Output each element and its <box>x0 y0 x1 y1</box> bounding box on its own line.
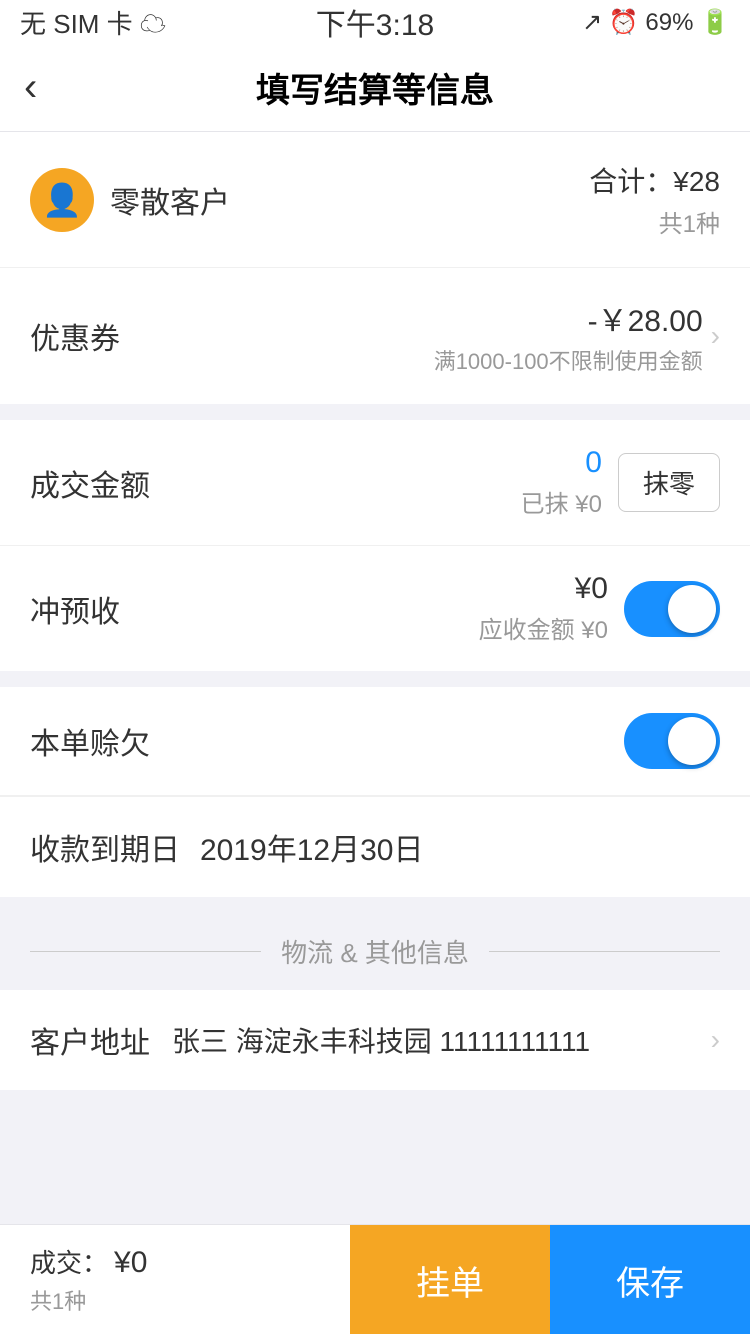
prepayment-label: 冲预收 <box>30 587 150 631</box>
nav-bar: ‹ 填写结算等信息 <box>0 44 750 132</box>
back-button[interactable]: ‹ <box>24 65 37 110</box>
due-date-value: 2019年12月30日 <box>200 825 423 869</box>
address-value: 张三 海淀永丰科技园 11111111111 <box>172 1020 699 1060</box>
address-row[interactable]: 客户地址 张三 海淀永丰科技园 11111111111 › <box>0 990 750 1090</box>
coupon-amount: -￥28.00 <box>434 296 703 340</box>
customer-info: 👤 零散客户 <box>30 168 230 232</box>
page-title: 填写结算等信息 <box>256 63 494 112</box>
coupon-row[interactable]: 优惠券 -￥28.00 满1000-100不限制使用金额 › <box>0 267 750 404</box>
bottom-count: 共1种 <box>30 1284 320 1316</box>
address-label: 客户地址 <box>30 1018 160 1062</box>
logistics-divider: 物流 & 其他信息 <box>0 913 750 990</box>
debit-toggle-knob <box>668 717 716 765</box>
customer-row: 👤 零散客户 合计：¥28 共1种 <box>0 132 750 267</box>
deal-amount-value-wrap: 0 已抹 ¥0 <box>521 446 602 519</box>
status-right: ↗ ⏰ 69% 🔋 <box>582 8 730 37</box>
due-date-row: 收款到期日 2019年12月30日 <box>0 796 750 897</box>
round-zero-button[interactable]: 抹零 <box>618 453 720 512</box>
status-time: 下午3:18 <box>316 0 434 44</box>
address-chevron-icon: › <box>711 1024 720 1056</box>
coupon-label: 优惠券 <box>30 314 120 358</box>
prepayment-toggle[interactable] <box>624 581 720 637</box>
coupon-right: -￥28.00 满1000-100不限制使用金额 › <box>434 296 720 376</box>
bottom-bar: 成交： ¥0 共1种 挂单 保存 <box>0 1224 750 1334</box>
chevron-right-icon: › <box>711 320 720 352</box>
divider-line-left <box>30 951 261 952</box>
deal-row: 成交： ¥0 <box>30 1243 320 1280</box>
coupon-desc: 满1000-100不限制使用金额 <box>434 344 703 376</box>
customer-section: 👤 零散客户 合计：¥28 共1种 优惠券 -￥28.00 满1000-100不… <box>0 132 750 404</box>
debit-right <box>624 713 720 769</box>
bottom-deal-amount: ¥0 <box>114 1246 147 1280</box>
toggle-knob <box>668 585 716 633</box>
bottom-deal-label: 成交： <box>30 1243 108 1280</box>
deal-amount-right: 0 已抹 ¥0 抹零 <box>521 446 720 519</box>
customer-name: 零散客户 <box>110 178 230 222</box>
debit-row: 本单赊欠 <box>0 687 750 796</box>
status-left: 无 SIM 卡 ☁ <box>20 4 166 41</box>
status-bar: 无 SIM 卡 ☁ 下午3:18 ↗ ⏰ 69% 🔋 <box>0 0 750 44</box>
prepayment-row: 冲预收 ¥0 应收金额 ¥0 <box>0 546 750 671</box>
debit-toggle[interactable] <box>624 713 720 769</box>
bottom-buttons: 挂单 保存 <box>350 1225 750 1334</box>
no-sim-text: 无 SIM 卡 ☁ <box>20 4 166 41</box>
debit-label: 本单赊欠 <box>30 719 150 763</box>
logistics-label: 物流 & 其他信息 <box>281 933 469 970</box>
customer-total: 合计：¥28 共1种 <box>589 160 720 239</box>
deal-amount-value: 0 <box>521 446 602 480</box>
bottom-summary: 成交： ¥0 共1种 <box>0 1225 350 1334</box>
total-label: 合计：¥28 <box>589 160 720 200</box>
battery-icon: ↗ ⏰ 69% 🔋 <box>582 8 730 37</box>
avatar: 👤 <box>30 168 94 232</box>
prepayment-right: ¥0 应收金额 ¥0 <box>479 572 720 645</box>
divider-line-right <box>489 951 720 952</box>
deal-amount-label: 成交金额 <box>30 461 150 505</box>
total-count: 共1种 <box>589 204 720 239</box>
due-date-label: 收款到期日 <box>30 825 180 869</box>
debit-section: 本单赊欠 收款到期日 2019年12月30日 <box>0 687 750 897</box>
prepayment-value: ¥0 <box>479 572 608 606</box>
prepayment-value-wrap: ¥0 应收金额 ¥0 <box>479 572 608 645</box>
deal-amount-row: 成交金额 0 已抹 ¥0 抹零 <box>0 420 750 546</box>
hold-button[interactable]: 挂单 <box>350 1225 550 1334</box>
prepayment-sub: 应收金额 ¥0 <box>479 610 608 645</box>
save-button[interactable]: 保存 <box>550 1225 750 1334</box>
deal-amount-sub: 已抹 ¥0 <box>521 484 602 519</box>
avatar-icon: 👤 <box>42 181 82 219</box>
deal-amount-section: 成交金额 0 已抹 ¥0 抹零 冲预收 ¥0 应收金额 ¥0 <box>0 420 750 671</box>
coupon-info: -￥28.00 满1000-100不限制使用金额 <box>434 296 703 376</box>
